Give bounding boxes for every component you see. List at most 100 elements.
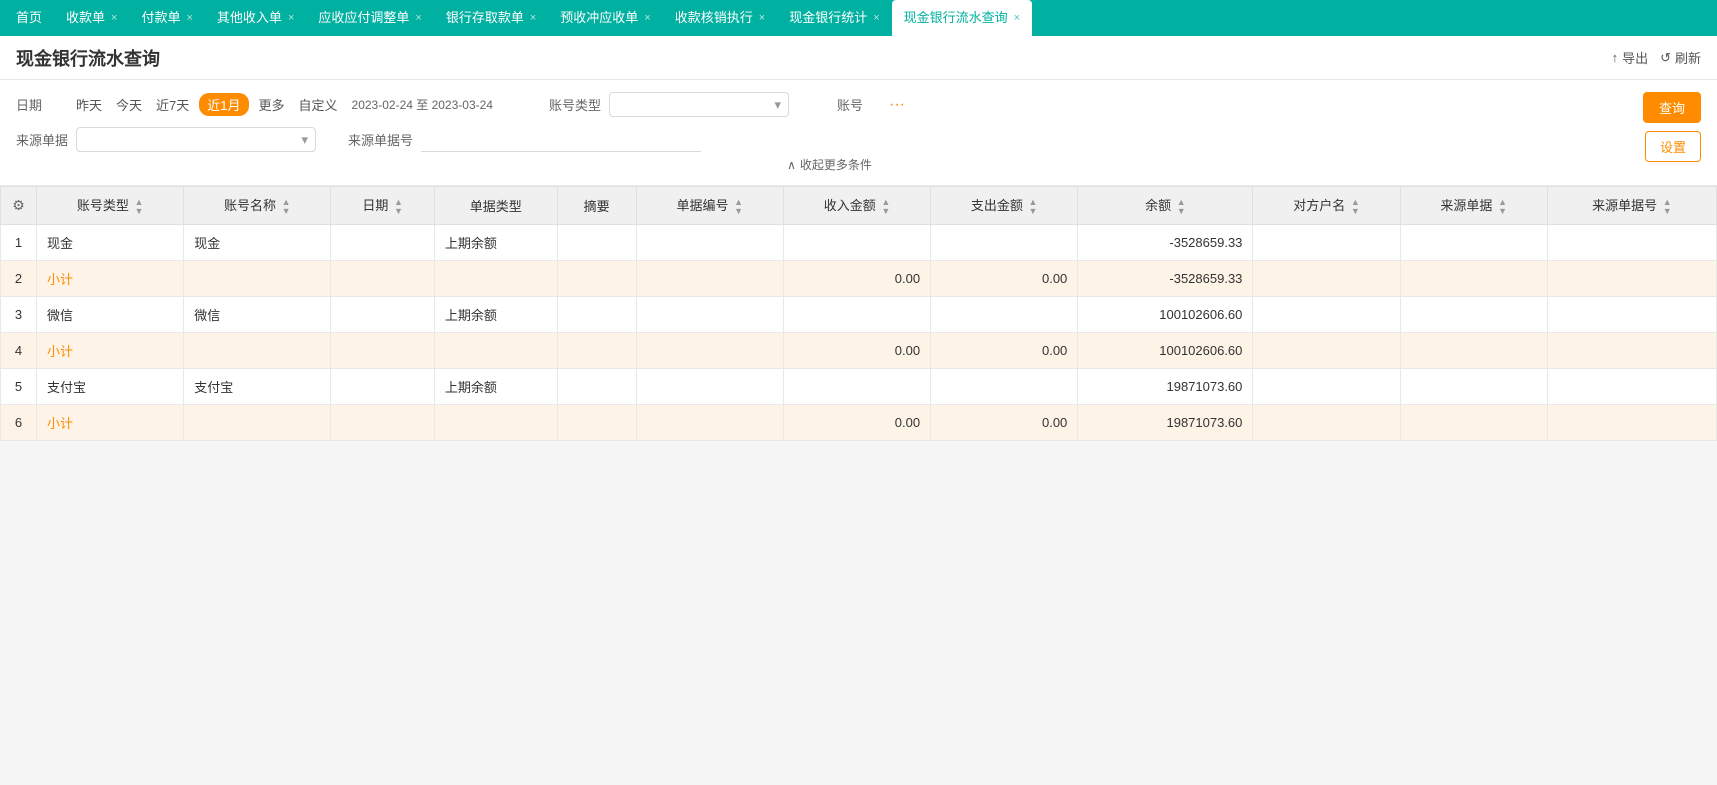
nav-verify-close[interactable]: ×	[759, 0, 765, 36]
date-opt-today[interactable]: 今天	[112, 93, 146, 116]
date-options: 昨天 今天 近7天 近1月 更多 自定义 2023-02-24 至 2023-0…	[72, 93, 493, 116]
sort-balance: ▲▼	[1177, 198, 1186, 216]
table-gear-icon[interactable]: ⚙	[12, 197, 25, 213]
column-source-doc-no[interactable]: 来源单据号 ▲▼	[1547, 187, 1716, 225]
export-icon: ↑	[1612, 50, 1619, 65]
source-doc-label: 来源单据	[16, 130, 68, 149]
collapse-icon: ∧	[787, 158, 796, 172]
nav-item-bank-deposit[interactable]: 银行存取款单 ×	[434, 0, 548, 36]
sort-source-doc-no: ▲▼	[1663, 198, 1672, 216]
header-actions: ↑ 导出 ↺ 刷新	[1612, 48, 1701, 67]
table-container: ⚙ 账号类型 ▲▼ 账号名称 ▲▼ 日期 ▲▼ 单据类型 摘	[0, 186, 1717, 441]
nav-other-income-label: 其他收入单	[217, 0, 282, 36]
nav-receipt-close[interactable]: ×	[111, 0, 117, 36]
column-doc-type: 单据类型	[434, 187, 557, 225]
nav-payment-close[interactable]: ×	[186, 0, 192, 36]
table-row[interactable]: 4小计0.000.00100102606.60	[1, 333, 1717, 369]
nav-cash-flow-label: 现金银行流水查询	[904, 0, 1008, 36]
column-account-name[interactable]: 账号名称 ▲▼	[184, 187, 331, 225]
refresh-label: 刷新	[1675, 48, 1701, 67]
column-income[interactable]: 收入金额 ▲▼	[783, 187, 930, 225]
sort-account-type: ▲▼	[134, 198, 143, 216]
nav-advance-close[interactable]: ×	[644, 0, 650, 36]
column-source-doc[interactable]: 来源单据 ▲▼	[1400, 187, 1547, 225]
nav-other-income-close[interactable]: ×	[288, 0, 294, 36]
nav-verify-label: 收款核销执行	[675, 0, 753, 36]
column-gear: ⚙	[1, 187, 37, 225]
sort-income: ▲▼	[881, 198, 890, 216]
source-doc-group: 来源单据	[16, 127, 316, 152]
export-label: 导出	[1622, 48, 1648, 67]
source-doc-no-input[interactable]	[421, 128, 701, 152]
refresh-button[interactable]: ↺ 刷新	[1660, 48, 1701, 67]
source-doc-no-label: 来源单据号	[348, 130, 413, 149]
collapse-row: ∧ 收起更多条件	[16, 156, 1643, 173]
column-summary: 摘要	[557, 187, 636, 225]
filter-row-2: 来源单据 来源单据号	[16, 127, 1643, 152]
nav-item-home[interactable]: 首页	[4, 0, 54, 36]
source-doc-no-group: 来源单据号	[348, 128, 701, 152]
account-type-label: 账号类型	[549, 95, 601, 114]
nav-item-advance[interactable]: 预收冲应收单 ×	[548, 0, 662, 36]
table-body: 1现金现金上期余额-3528659.332小计0.000.00-3528659.…	[1, 225, 1717, 441]
settings-button[interactable]: 设置	[1645, 131, 1701, 162]
nav-item-receipt[interactable]: 收款单 ×	[54, 0, 129, 36]
filter-right-actions: 查询 设置	[1643, 92, 1701, 162]
page-title: 现金银行流水查询	[16, 45, 160, 71]
nav-item-verify[interactable]: 收款核销执行 ×	[663, 0, 777, 36]
nav-ar-ap-label: 应收应付调整单	[318, 0, 409, 36]
account-type-select[interactable]	[609, 92, 789, 117]
nav-item-payment[interactable]: 付款单 ×	[129, 0, 204, 36]
date-opt-1month[interactable]: 近1月	[199, 93, 248, 116]
table-row[interactable]: 6小计0.000.0019871073.60	[1, 405, 1717, 441]
date-label: 日期	[16, 95, 56, 114]
account-dots-button[interactable]: ···	[885, 96, 909, 114]
collapse-label: 收起更多条件	[800, 156, 872, 173]
table-row[interactable]: 2小计0.000.00-3528659.33	[1, 261, 1717, 297]
nav-ar-ap-close[interactable]: ×	[415, 0, 421, 36]
sort-doc-no: ▲▼	[734, 198, 743, 216]
nav-advance-label: 预收冲应收单	[560, 0, 638, 36]
sort-source-doc: ▲▼	[1498, 198, 1507, 216]
sort-date: ▲▼	[394, 198, 403, 216]
export-button[interactable]: ↑ 导出	[1612, 48, 1649, 67]
sort-counterpart: ▲▼	[1351, 198, 1360, 216]
nav-item-ar-ap[interactable]: 应收应付调整单 ×	[306, 0, 433, 36]
column-date[interactable]: 日期 ▲▼	[331, 187, 435, 225]
top-nav: 首页 收款单 × 付款单 × 其他收入单 × 应收应付调整单 × 银行存取款单 …	[0, 0, 1717, 36]
nav-cash-stats-label: 现金银行统计	[789, 0, 867, 36]
sort-expense: ▲▼	[1029, 198, 1038, 216]
table-row[interactable]: 5支付宝支付宝上期余额19871073.60	[1, 369, 1717, 405]
filter-row-1: 日期 昨天 今天 近7天 近1月 更多 自定义 2023-02-24 至 202…	[16, 92, 1643, 117]
column-doc-no[interactable]: 单据编号 ▲▼	[636, 187, 783, 225]
nav-item-cash-flow[interactable]: 现金银行流水查询 ×	[892, 0, 1032, 36]
nav-item-other-income[interactable]: 其他收入单 ×	[205, 0, 306, 36]
nav-item-cash-stats[interactable]: 现金银行统计 ×	[777, 0, 891, 36]
nav-payment-label: 付款单	[141, 0, 180, 36]
nav-bank-deposit-label: 银行存取款单	[446, 0, 524, 36]
table-header: ⚙ 账号类型 ▲▼ 账号名称 ▲▼ 日期 ▲▼ 单据类型 摘	[1, 187, 1717, 225]
main-table: ⚙ 账号类型 ▲▼ 账号名称 ▲▼ 日期 ▲▼ 单据类型 摘	[0, 186, 1717, 441]
sort-account-name: ▲▼	[282, 198, 291, 216]
nav-cash-stats-close[interactable]: ×	[873, 0, 879, 36]
refresh-icon: ↺	[1660, 50, 1671, 66]
table-row[interactable]: 1现金现金上期余额-3528659.33	[1, 225, 1717, 261]
date-opt-custom[interactable]: 自定义	[295, 93, 342, 116]
account-label: 账号	[837, 95, 877, 114]
nav-bank-deposit-close[interactable]: ×	[530, 0, 536, 36]
collapse-button[interactable]: ∧ 收起更多条件	[787, 156, 872, 173]
source-doc-select[interactable]	[76, 127, 316, 152]
nav-receipt-label: 收款单	[66, 0, 105, 36]
date-opt-7days[interactable]: 近7天	[152, 93, 193, 116]
date-opt-yesterday[interactable]: 昨天	[72, 93, 106, 116]
nav-home-label: 首页	[16, 0, 42, 36]
column-account-type[interactable]: 账号类型 ▲▼	[37, 187, 184, 225]
column-balance[interactable]: 余额 ▲▼	[1078, 187, 1253, 225]
nav-cash-flow-close[interactable]: ×	[1014, 0, 1020, 36]
column-counterpart[interactable]: 对方户名 ▲▼	[1253, 187, 1400, 225]
date-opt-more[interactable]: 更多	[255, 93, 289, 116]
page-header: 现金银行流水查询 ↑ 导出 ↺ 刷新	[0, 36, 1717, 80]
table-row[interactable]: 3微信微信上期余额100102606.60	[1, 297, 1717, 333]
query-button[interactable]: 查询	[1643, 92, 1701, 123]
column-expense[interactable]: 支出金额 ▲▼	[931, 187, 1078, 225]
